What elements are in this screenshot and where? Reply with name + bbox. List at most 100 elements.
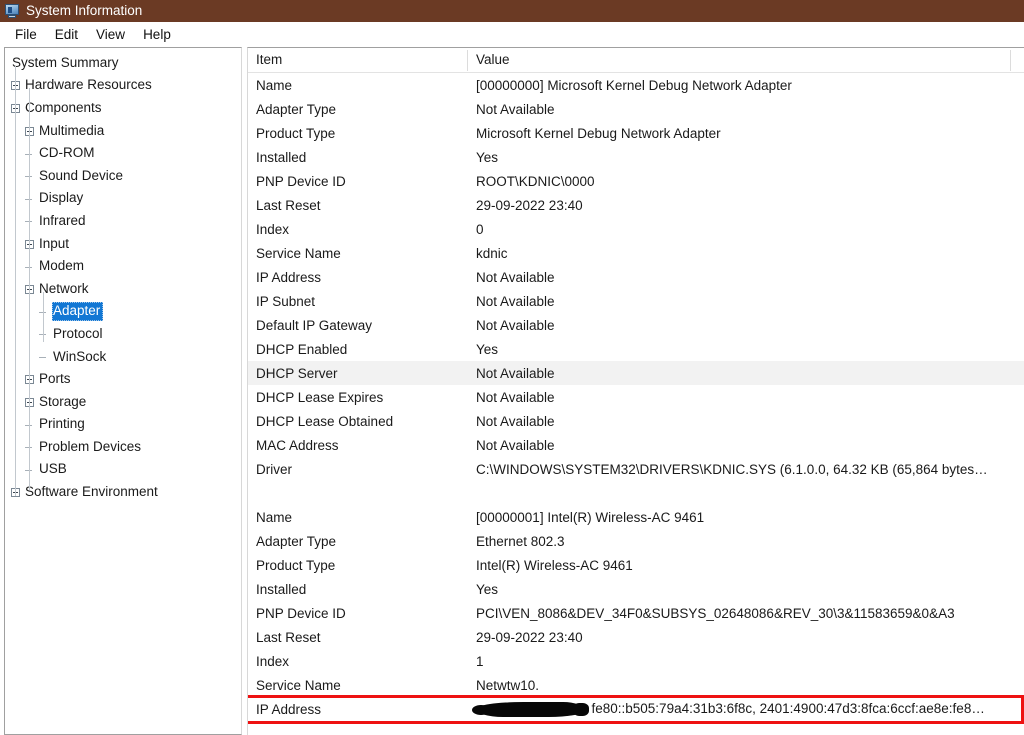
table-row[interactable]: Last Reset 29-09-2022 23:40 xyxy=(248,625,1024,649)
table-row[interactable]: Index 0 xyxy=(248,217,1024,241)
detail-value-cell: ROOT\KDNIC\0000 xyxy=(476,173,595,189)
sidebar-item-label: Adapter xyxy=(52,302,104,322)
detail-value-cell: Not Available xyxy=(476,389,555,405)
sidebar-item-protocol[interactable]: Protocol xyxy=(5,323,241,346)
table-row[interactable]: Service Name Netwtw10. xyxy=(248,673,1024,697)
sidebar-item-ports[interactable]: Ports xyxy=(5,368,241,391)
table-row[interactable]: Driver C:\WINDOWS\SYSTEM32\DRIVERS\KDNIC.… xyxy=(248,457,1024,481)
detail-value-cell: Not Available xyxy=(476,269,555,285)
detail-item-cell: DHCP Lease Obtained xyxy=(256,413,394,429)
table-row[interactable]: Product Type Microsoft Kernel Debug Netwo… xyxy=(248,121,1024,145)
redaction-bar xyxy=(472,701,589,717)
table-row[interactable]: DHCP Enabled Yes xyxy=(248,337,1024,361)
detail-item-cell: Name xyxy=(256,77,293,93)
detail-list-panel: Item Value Name [00000000] Microsoft Kern… xyxy=(247,47,1024,735)
navigation-tree: System Summary Hardware Resources Componen… xyxy=(5,48,241,504)
sidebar-item-display[interactable]: Display xyxy=(5,188,241,211)
sidebar-item-label: Hardware Resources xyxy=(25,77,152,93)
menu-item-edit[interactable]: Edit xyxy=(46,25,87,44)
navigation-tree-panel: System Summary Hardware Resources Componen… xyxy=(4,47,242,735)
table-row[interactable]: Service Name kdnic xyxy=(248,241,1024,265)
detail-value-cell: Not Available xyxy=(476,365,555,381)
sidebar-item-label: WinSock xyxy=(53,348,107,364)
detail-item-cell: PNP Device ID xyxy=(256,605,346,621)
detail-value-cell: 0 xyxy=(476,221,484,237)
detail-value-cell: Yes xyxy=(476,581,499,597)
sidebar-item-infrared[interactable]: Infrared xyxy=(5,210,241,233)
table-row[interactable]: PNP Device ID PCI\VEN_8086&DEV_34F0&SUBSY… xyxy=(248,601,1024,625)
sidebar-item-multimedia[interactable]: Multimedia xyxy=(5,120,241,143)
computer-monitor-icon xyxy=(4,3,20,19)
sidebar-item-winsock[interactable]: WinSock xyxy=(5,346,241,369)
detail-value-cell: Yes xyxy=(476,341,499,357)
table-row[interactable]: IP Subnet Not Available xyxy=(248,289,1024,313)
table-row[interactable]: Adapter Type Not Available xyxy=(248,97,1024,121)
menu-item-file[interactable]: File xyxy=(6,25,46,44)
table-row[interactable]: DHCP Lease Expires Not Available xyxy=(248,385,1024,409)
table-row[interactable]: Name [00000001] Intel(R) Wireless-AC 9461 xyxy=(248,505,1024,529)
sidebar-item-components[interactable]: Components xyxy=(5,97,241,120)
sidebar-item-printing[interactable]: Printing xyxy=(5,414,241,437)
detail-item-cell: Index xyxy=(256,653,290,669)
table-row[interactable]: Installed Yes xyxy=(248,577,1024,601)
table-row[interactable]: Name [00000000] Microsoft Kernel Debug Ne… xyxy=(248,73,1024,97)
sidebar-item-system-summary[interactable]: System Summary xyxy=(5,52,241,75)
detail-value-cell: Not Available xyxy=(476,437,555,453)
column-header-value[interactable]: Value xyxy=(468,48,1024,73)
table-row[interactable]: IP Address Not Available xyxy=(248,265,1024,289)
detail-value-cell: 1 xyxy=(476,653,484,669)
column-header-item[interactable]: Item xyxy=(248,48,468,73)
sidebar-item-software-environment[interactable]: Software Environment xyxy=(5,481,241,504)
detail-value-cell: Microsoft Kernel Debug Network Adapter xyxy=(476,125,721,141)
sidebar-item-label: Components xyxy=(25,99,102,115)
detail-value-cell: 29-09-2022 23:40 xyxy=(476,629,583,645)
sidebar-item-label: Display xyxy=(39,190,84,206)
table-row[interactable]: Index 1 xyxy=(248,649,1024,673)
sidebar-item-label: Multimedia xyxy=(39,122,105,138)
detail-item-cell: Product Type xyxy=(256,557,336,573)
sidebar-item-sound-device[interactable]: Sound Device xyxy=(5,165,241,188)
table-row[interactable]: Adapter Type Ethernet 802.3 xyxy=(248,529,1024,553)
detail-value-cell: Intel(R) Wireless-AC 9461 xyxy=(476,557,633,573)
sidebar-item-problem-devices[interactable]: Problem Devices xyxy=(5,436,241,459)
table-row[interactable]: DHCP Server Not Available xyxy=(248,361,1024,385)
detail-value-cell: Yes xyxy=(476,149,499,165)
detail-value-cell: [00000000] Microsoft Kernel Debug Networ… xyxy=(476,77,792,93)
detail-row-spacer xyxy=(248,481,1024,505)
detail-value-cell: Not Available xyxy=(476,101,555,117)
sidebar-item-label: Software Environment xyxy=(25,484,158,500)
table-row[interactable]: DHCP Lease Obtained Not Available xyxy=(248,409,1024,433)
sidebar-item-label: Protocol xyxy=(53,325,103,341)
table-row[interactable]: IP Address , fe80::b505:79a4:31b3:6f8c, 2… xyxy=(248,695,1024,724)
table-row[interactable]: MAC Address Not Available xyxy=(248,433,1024,457)
sidebar-item-hardware-resources[interactable]: Hardware Resources xyxy=(5,75,241,98)
table-row[interactable]: PNP Device ID ROOT\KDNIC\0000 xyxy=(248,169,1024,193)
sidebar-item-modem[interactable]: Modem xyxy=(5,255,241,278)
detail-value-cell: Not Available xyxy=(476,413,555,429)
sidebar-item-cd-rom[interactable]: CD-ROM xyxy=(5,142,241,165)
detail-item-cell: PNP Device ID xyxy=(256,173,346,189)
detail-list-rows: Name [00000000] Microsoft Kernel Debug Ne… xyxy=(248,73,1024,724)
detail-value-cell: C:\WINDOWS\SYSTEM32\DRIVERS\KDNIC.SYS (6… xyxy=(476,461,988,477)
sidebar-item-usb[interactable]: USB xyxy=(5,459,241,482)
detail-item-cell: Last Reset xyxy=(256,197,321,213)
detail-item-cell: Index xyxy=(256,221,290,237)
sidebar-item-adapter[interactable]: Adapter xyxy=(5,301,241,324)
detail-value-cell: [00000001] Intel(R) Wireless-AC 9461 xyxy=(476,509,705,525)
detail-value-cell: Not Available xyxy=(476,293,555,309)
table-row[interactable]: Product Type Intel(R) Wireless-AC 9461 xyxy=(248,553,1024,577)
sidebar-item-storage[interactable]: Storage xyxy=(5,391,241,414)
menu-item-view[interactable]: View xyxy=(87,25,134,44)
window-titlebar: System Information xyxy=(0,0,1024,22)
menu-item-help[interactable]: Help xyxy=(134,25,180,44)
table-row[interactable]: Last Reset 29-09-2022 23:40 xyxy=(248,193,1024,217)
sidebar-item-input[interactable]: Input xyxy=(5,233,241,256)
detail-item-cell: DHCP Server xyxy=(256,365,338,381)
sidebar-item-network[interactable]: Network xyxy=(5,278,241,301)
sidebar-item-label: Modem xyxy=(39,258,85,274)
detail-value-cell: Ethernet 802.3 xyxy=(476,533,565,549)
table-row[interactable]: Installed Yes xyxy=(248,145,1024,169)
menubar: File Edit View Help xyxy=(0,22,1024,47)
sidebar-item-label: System Summary xyxy=(12,54,119,70)
table-row[interactable]: Default IP Gateway Not Available xyxy=(248,313,1024,337)
